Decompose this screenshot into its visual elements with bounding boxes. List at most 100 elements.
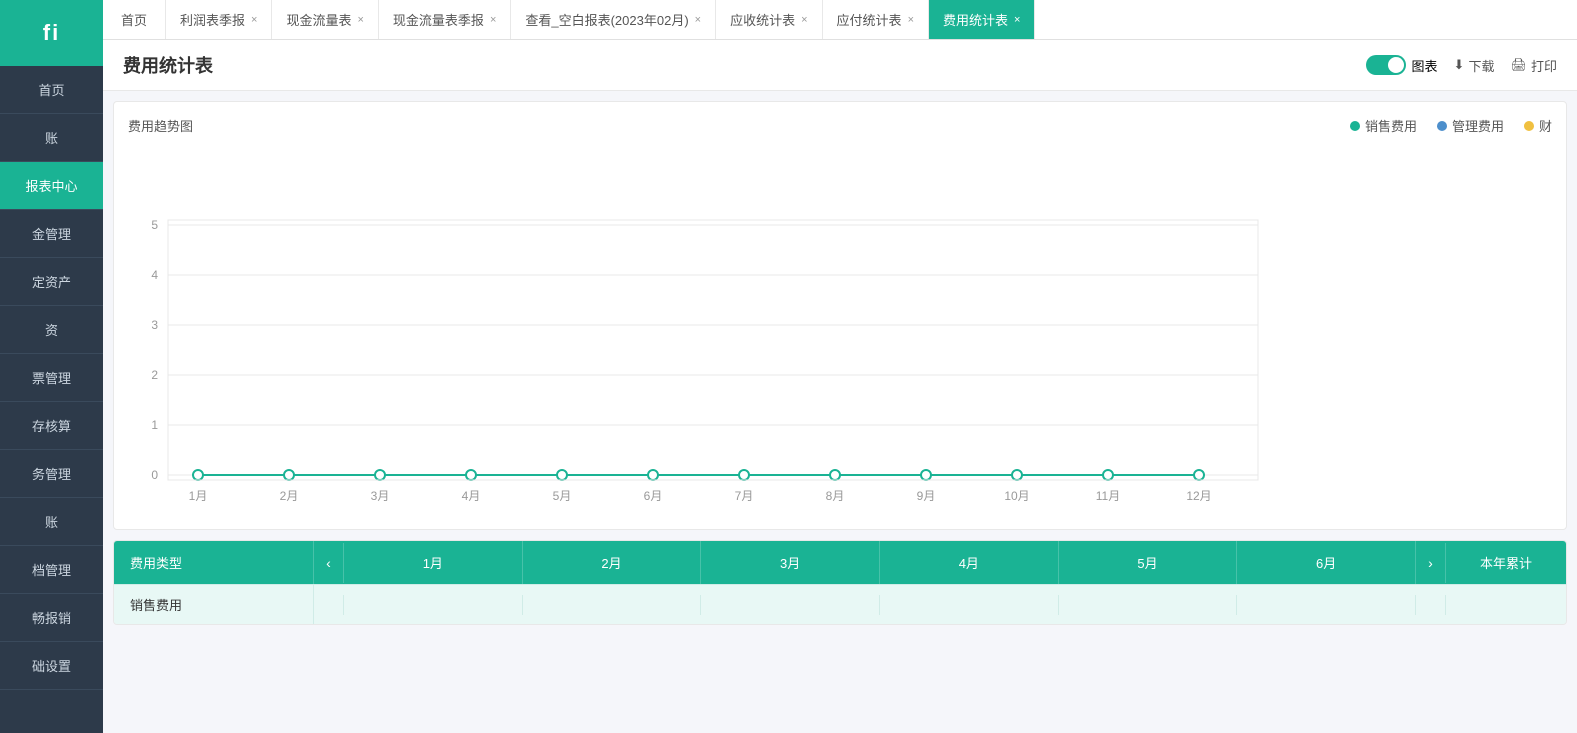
sidebar-item-inventory[interactable]: 存核算 bbox=[0, 402, 103, 450]
legend-manage: 管理费用 bbox=[1437, 116, 1504, 135]
tab-close-blank-report[interactable]: × bbox=[695, 14, 701, 26]
svg-text:2: 2 bbox=[151, 368, 158, 382]
sidebar-item-ledger[interactable]: 账 bbox=[0, 498, 103, 546]
content-area: 费用统计表 图表 ⬇ 下载 🖨 打印 费用趋势图 bbox=[103, 40, 1577, 733]
td-type: 销售费用 bbox=[114, 585, 314, 624]
svg-text:2月: 2月 bbox=[280, 489, 299, 503]
td-arrow-spacer bbox=[314, 595, 344, 615]
sidebar-item-cash[interactable]: 金管理 bbox=[0, 210, 103, 258]
sidebar-item-affairs[interactable]: 务管理 bbox=[0, 450, 103, 498]
th-next-arrow[interactable]: › bbox=[1416, 543, 1446, 583]
sidebar-item-archive[interactable]: 档管理 bbox=[0, 546, 103, 594]
tab-cashflow-quarterly[interactable]: 现金流量表季报 × bbox=[379, 0, 511, 39]
table-section: 费用类型 ‹ 1月 2月 3月 4月 5月 6月 › 本年累计 销售费用 bbox=[113, 540, 1567, 625]
tab-profit-quarterly[interactable]: 利润表季报 × bbox=[166, 0, 272, 39]
svg-text:1: 1 bbox=[151, 418, 158, 432]
svg-text:8月: 8月 bbox=[826, 489, 845, 503]
sidebar-item-expense[interactable]: 畅报销 bbox=[0, 594, 103, 642]
tab-bar: 首页 利润表季报 × 现金流量表 × 现金流量表季报 × 查看_空白报表(202… bbox=[103, 0, 1577, 40]
download-button[interactable]: ⬇ 下载 bbox=[1454, 56, 1495, 75]
sidebar-item-reports[interactable]: 报表中心 bbox=[0, 162, 103, 210]
print-button[interactable]: 🖨 打印 bbox=[1510, 56, 1557, 75]
tab-blank-report[interactable]: 查看_空白报表(2023年02月) × bbox=[511, 0, 716, 39]
table-header-row: 费用类型 ‹ 1月 2月 3月 4月 5月 6月 › 本年累计 bbox=[114, 541, 1566, 584]
sidebar-item-assets[interactable]: 定资产 bbox=[0, 258, 103, 306]
sidebar-item-tickets[interactable]: 票管理 bbox=[0, 354, 103, 402]
svg-text:4月: 4月 bbox=[462, 489, 481, 503]
td-total bbox=[1446, 595, 1566, 615]
td-val-4 bbox=[880, 595, 1059, 615]
tab-close-cashflow[interactable]: × bbox=[357, 14, 363, 26]
legend-label-finance: 财 bbox=[1539, 116, 1552, 135]
svg-text:11月: 11月 bbox=[1096, 489, 1120, 503]
svg-text:5: 5 bbox=[151, 218, 158, 232]
sidebar-item-resource[interactable]: 资 bbox=[0, 306, 103, 354]
legend-dot-manage bbox=[1437, 121, 1447, 131]
page-title: 费用统计表 bbox=[123, 52, 213, 78]
chart-toggle-wrap: 图表 bbox=[1366, 55, 1438, 75]
page-header: 费用统计表 图表 ⬇ 下载 🖨 打印 bbox=[103, 40, 1577, 91]
td-val-6 bbox=[1237, 595, 1416, 615]
chart-container: 0 1 2 3 4 5 bbox=[128, 145, 1552, 515]
td-val-3 bbox=[701, 595, 880, 615]
tab-close-payable[interactable]: × bbox=[908, 14, 914, 26]
svg-text:7月: 7月 bbox=[735, 489, 754, 503]
table-row: 销售费用 bbox=[114, 584, 1566, 624]
td-val-2 bbox=[523, 595, 702, 615]
th-month-3: 3月 bbox=[701, 541, 880, 584]
legend-label-sales: 销售费用 bbox=[1365, 116, 1417, 135]
legend-dot-finance bbox=[1524, 121, 1534, 131]
chart-legend: 销售费用 管理费用 财 bbox=[1350, 116, 1552, 135]
svg-text:5月: 5月 bbox=[553, 489, 572, 503]
download-icon: ⬇ bbox=[1454, 57, 1465, 73]
tab-close-expense-stats[interactable]: × bbox=[1014, 14, 1020, 26]
legend-label-manage: 管理费用 bbox=[1452, 116, 1504, 135]
sidebar-item-settings[interactable]: 础设置 bbox=[0, 642, 103, 690]
legend-dot-sales bbox=[1350, 121, 1360, 131]
th-prev-arrow[interactable]: ‹ bbox=[314, 543, 344, 583]
print-icon: 🖨 bbox=[1510, 57, 1527, 73]
svg-text:3月: 3月 bbox=[371, 489, 390, 503]
svg-text:9月: 9月 bbox=[917, 489, 936, 503]
th-month-6: 6月 bbox=[1237, 541, 1416, 584]
th-month-5: 5月 bbox=[1059, 541, 1238, 584]
legend-finance: 财 bbox=[1524, 116, 1552, 135]
svg-text:6月: 6月 bbox=[644, 489, 663, 503]
svg-text:10月: 10月 bbox=[1004, 489, 1029, 503]
tab-receivable[interactable]: 应收统计表 × bbox=[716, 0, 822, 39]
legend-sales: 销售费用 bbox=[1350, 116, 1417, 135]
tab-home[interactable]: 首页 bbox=[103, 0, 166, 39]
tab-close-cashflow-quarterly[interactable]: × bbox=[490, 14, 496, 26]
header-actions: 图表 ⬇ 下载 🖨 打印 bbox=[1366, 55, 1557, 75]
tab-expense-stats[interactable]: 费用统计表 × bbox=[929, 0, 1035, 39]
sidebar-logo: fi bbox=[0, 0, 103, 66]
chart-section: 费用趋势图 销售费用 管理费用 财 bbox=[113, 101, 1567, 530]
sidebar-item-account[interactable]: 账 bbox=[0, 114, 103, 162]
chart-toggle-label: 图表 bbox=[1412, 56, 1438, 75]
th-month-4: 4月 bbox=[880, 541, 1059, 584]
td-val-5 bbox=[1059, 595, 1238, 615]
tab-close-receivable[interactable]: × bbox=[801, 14, 807, 26]
chart-header: 费用趋势图 销售费用 管理费用 财 bbox=[128, 116, 1552, 135]
y-axis: 0 1 2 3 4 5 bbox=[151, 218, 1258, 482]
th-type: 费用类型 bbox=[114, 541, 314, 584]
svg-text:12月: 12月 bbox=[1186, 489, 1211, 503]
svg-text:1月: 1月 bbox=[189, 489, 208, 503]
th-month-1: 1月 bbox=[344, 541, 523, 584]
trend-chart: 0 1 2 3 4 5 bbox=[128, 145, 1552, 515]
tab-payable[interactable]: 应付统计表 × bbox=[823, 0, 929, 39]
svg-text:4: 4 bbox=[151, 268, 158, 282]
tab-close-profit-quarterly[interactable]: × bbox=[251, 14, 257, 26]
sidebar: fi 首页 账 报表中心 金管理 定资产 资 票管理 存核算 务管理 账 档管理… bbox=[0, 0, 103, 733]
svg-text:3: 3 bbox=[151, 318, 158, 332]
th-total: 本年累计 bbox=[1446, 541, 1566, 584]
chart-title: 费用趋势图 bbox=[128, 116, 193, 135]
x-axis-labels: 1月 2月 3月 4月 5月 6月 7月 8月 9月 10月 11月 12月 bbox=[189, 489, 1212, 503]
th-month-2: 2月 bbox=[523, 541, 702, 584]
tab-cashflow[interactable]: 现金流量表 × bbox=[272, 0, 378, 39]
td-arrow-spacer2 bbox=[1416, 595, 1446, 615]
sidebar-item-home[interactable]: 首页 bbox=[0, 66, 103, 114]
td-val-1 bbox=[344, 595, 523, 615]
main-area: 首页 利润表季报 × 现金流量表 × 现金流量表季报 × 查看_空白报表(202… bbox=[103, 0, 1577, 733]
chart-toggle[interactable] bbox=[1366, 55, 1406, 75]
